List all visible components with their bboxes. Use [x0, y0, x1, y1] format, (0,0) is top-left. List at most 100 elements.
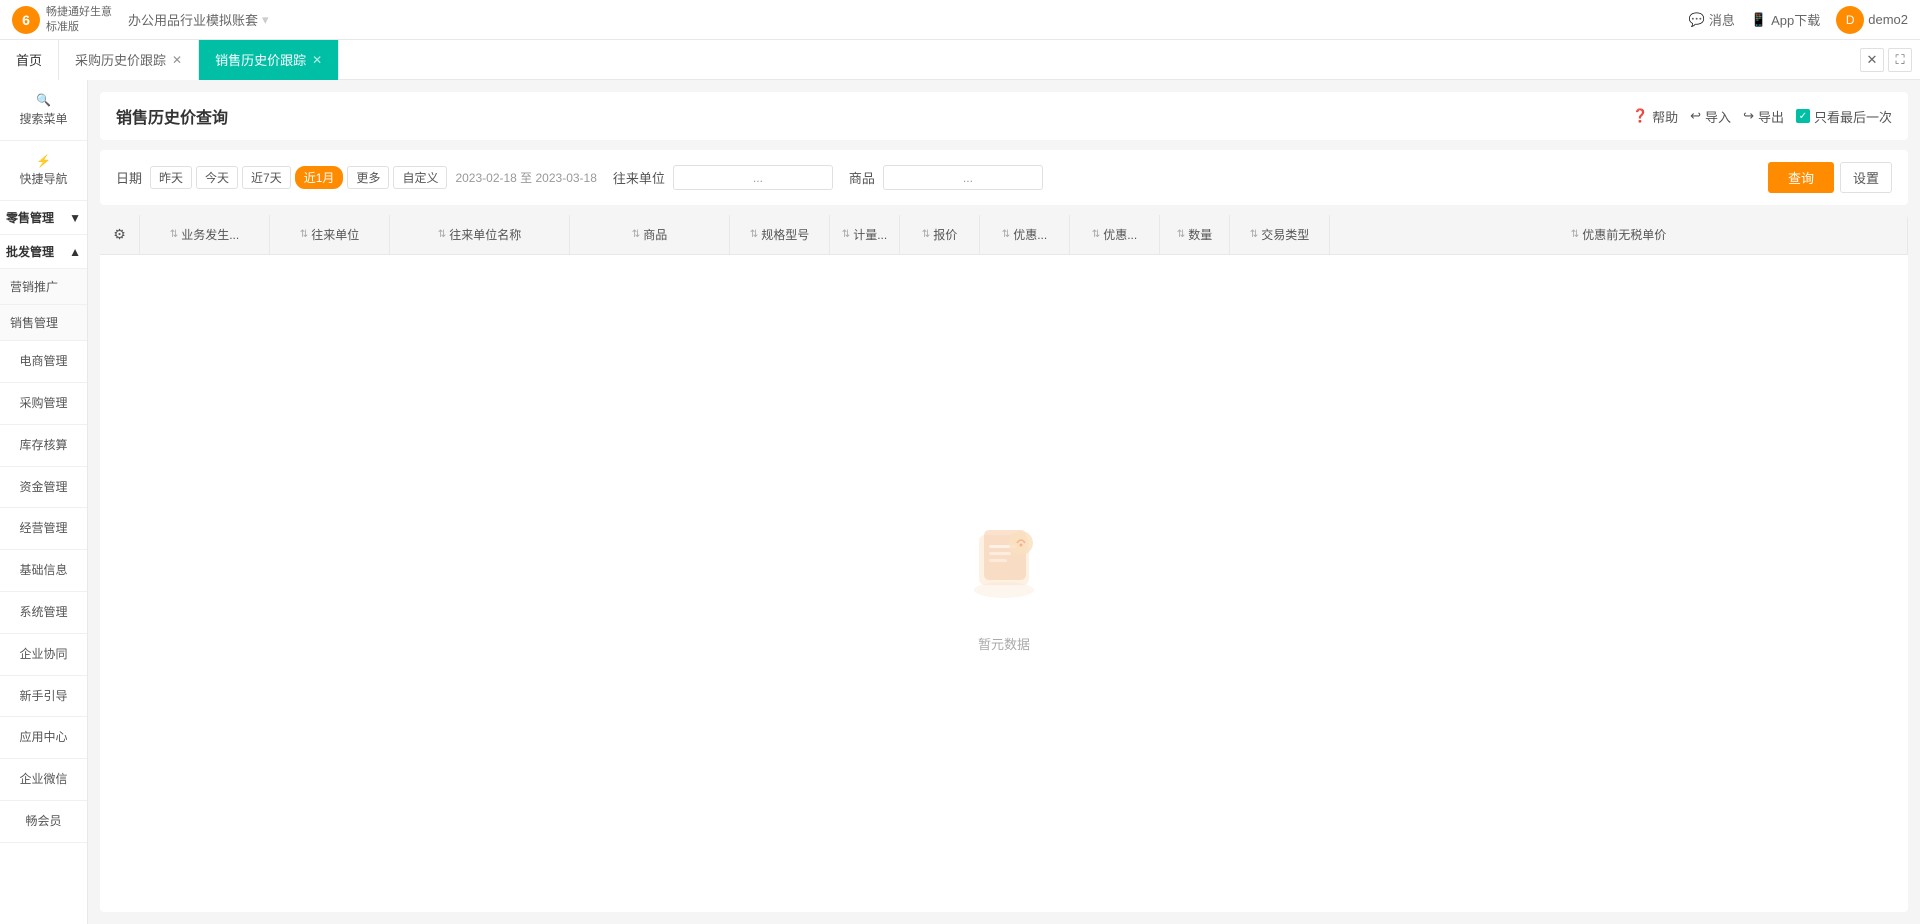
sales-tab-close-icon[interactable]: ✕ [312, 53, 322, 67]
tab-fullscreen-button[interactable]: ⛶ [1888, 48, 1912, 72]
purchase-tab-label: 采购历史价跟踪 [75, 50, 166, 69]
th-partner-name[interactable]: ⇅ 往来单位名称 [390, 215, 570, 254]
page-actions: ❓ 帮助 ↩ 导入 ↪ 导出 ✓ 只看最后一次 [1632, 107, 1892, 126]
sidebar-item-ecom-mgmt[interactable]: 电商管理 [0, 341, 87, 383]
tab-bar: 首页 采购历史价跟踪 ✕ 销售历史价跟踪 ✕ ✕ ⛶ [0, 40, 1920, 80]
logo-icon: 6 [12, 6, 40, 34]
filter-bar: 日期 昨天 今天 近7天 近1月 更多 自定义 2023-02-18 至 202… [100, 150, 1908, 205]
search-menu-icon: 🔍 [36, 92, 51, 109]
partner-filter-label: 往来单位 [613, 168, 665, 187]
table-area: ⚙ ⇅ 业务发生... ⇅ 往来单位 ⇅ 往来单位名称 ⇅ 商品 [100, 215, 1908, 912]
only-last-checkbox-group[interactable]: ✓ 只看最后一次 [1796, 107, 1892, 126]
empty-text: 暂元数据 [978, 634, 1030, 653]
th-trade-sort-icon: ⇅ [1250, 229, 1258, 240]
th-price[interactable]: ⇅ 报价 [900, 215, 980, 254]
sidebar: 🔍 搜索菜单 ⚡ 快捷导航 零售管理 ▼ 批发管理 ▲ 营销推广 销售管理 电商… [0, 80, 88, 924]
tab-controls: ✕ ⛶ [1860, 48, 1920, 72]
help-button[interactable]: ❓ 帮助 [1632, 107, 1678, 126]
product-filter-label: 商品 [849, 168, 875, 187]
sidebar-item-quick-nav[interactable]: ⚡ 快捷导航 [0, 141, 87, 202]
top-bar-left: 6 畅捷通好生意 标准版 办公用品行业模拟账套 ▾ [12, 5, 269, 34]
date-btn-today[interactable]: 今天 [196, 166, 238, 189]
sidebar-item-enterprise[interactable]: 企业协同 [0, 634, 87, 676]
th-settings[interactable]: ⚙ [100, 215, 140, 254]
sidebar-item-finance-mgmt[interactable]: 资金管理 [0, 467, 87, 509]
sidebar-item-inventory[interactable]: 库存核算 [0, 425, 87, 467]
th-spec-sort-icon: ⇅ [750, 229, 758, 240]
date-btn-yesterday[interactable]: 昨天 [150, 166, 192, 189]
sidebar-item-retail-mgmt[interactable]: 零售管理 ▼ [0, 201, 87, 235]
import-button[interactable]: ↩ 导入 [1690, 107, 1731, 126]
product-filter-input[interactable]: ... [883, 165, 1043, 190]
th-price-sort-icon: ⇅ [922, 229, 930, 240]
settings-button[interactable]: 设置 [1840, 162, 1892, 193]
sidebar-item-wholesale-mgmt[interactable]: 批发管理 ▲ [0, 235, 87, 269]
table-header: ⚙ ⇅ 业务发生... ⇅ 往来单位 ⇅ 往来单位名称 ⇅ 商品 [100, 215, 1908, 255]
sidebar-item-app-center[interactable]: 应用中心 [0, 717, 87, 759]
app-download-button[interactable]: 📱 App下载 [1751, 10, 1820, 29]
query-button[interactable]: 查询 [1768, 162, 1834, 193]
purchase-tab-close-icon[interactable]: ✕ [172, 53, 182, 67]
sidebar-item-newcomer[interactable]: 新手引导 [0, 676, 87, 718]
chevron-down-icon: ▼ [69, 211, 81, 225]
sidebar-item-enterprise-wechat[interactable]: 企业微信 [0, 759, 87, 801]
tab-purchase[interactable]: 采购历史价跟踪 ✕ [59, 40, 199, 80]
logo-text: 畅捷通好生意 标准版 [46, 5, 112, 34]
partner-input-dots: ... [753, 171, 824, 185]
breadcrumb: 办公用品行业模拟账套 ▾ [128, 10, 269, 29]
product-input-dots: ... [963, 171, 1034, 185]
th-unit[interactable]: ⇅ 计量... [830, 215, 900, 254]
import-icon: ↩ [1690, 108, 1701, 124]
page-title: 销售历史价查询 [116, 104, 228, 128]
date-filter-buttons: 昨天 今天 近7天 近1月 更多 自定义 [150, 166, 447, 189]
th-discount1-sort-icon: ⇅ [1002, 229, 1010, 240]
date-btn-custom[interactable]: 自定义 [393, 166, 447, 189]
th-notax-price[interactable]: ⇅ 优惠前无税单价 [1330, 215, 1908, 254]
th-notax-sort-icon: ⇅ [1571, 229, 1579, 240]
sidebar-item-basic-info[interactable]: 基础信息 [0, 550, 87, 592]
th-partner-code[interactable]: ⇅ 往来单位 [270, 215, 390, 254]
tab-sales[interactable]: 销售历史价跟踪 ✕ [199, 40, 339, 80]
content-area: 销售历史价查询 ❓ 帮助 ↩ 导入 ↪ 导出 ✓ 只看最后一次 [88, 80, 1920, 924]
th-unit-sort-icon: ⇅ [842, 229, 850, 240]
message-icon: 💬 [1689, 12, 1705, 28]
help-icon: ❓ [1632, 108, 1648, 124]
tab-home[interactable]: 首页 [0, 40, 59, 80]
chevron-up-icon: ▲ [69, 245, 81, 259]
date-btn-7days[interactable]: 近7天 [242, 166, 291, 189]
sidebar-item-purchase-mgmt[interactable]: 采购管理 [0, 383, 87, 425]
sidebar-item-ops-mgmt[interactable]: 经营管理 [0, 508, 87, 550]
sidebar-item-sys-mgmt[interactable]: 系统管理 [0, 592, 87, 634]
th-discount2-sort-icon: ⇅ [1092, 229, 1100, 240]
date-filter-label: 日期 [116, 168, 142, 187]
empty-state: 暂元数据 [100, 255, 1908, 912]
sidebar-item-marketing[interactable]: 营销推广 [0, 269, 87, 305]
date-btn-1month[interactable]: 近1月 [295, 166, 344, 189]
th-product[interactable]: ⇅ 商品 [570, 215, 730, 254]
th-date[interactable]: ⇅ 业务发生... [140, 215, 270, 254]
sidebar-item-search-menu[interactable]: 🔍 搜索菜单 [0, 80, 87, 141]
sidebar-item-vip-member[interactable]: 畅会员 [0, 801, 87, 843]
main-layout: 🔍 搜索菜单 ⚡ 快捷导航 零售管理 ▼ 批发管理 ▲ 营销推广 销售管理 电商… [0, 80, 1920, 924]
th-spec[interactable]: ⇅ 规格型号 [730, 215, 830, 254]
th-discount2[interactable]: ⇅ 优惠... [1070, 215, 1160, 254]
date-range-display: 2023-02-18 至 2023-03-18 [455, 169, 596, 186]
only-last-checkbox[interactable]: ✓ [1796, 109, 1810, 123]
export-button[interactable]: ↪ 导出 [1743, 107, 1784, 126]
th-qty[interactable]: ⇅ 数量 [1160, 215, 1230, 254]
sidebar-sub-group: 营销推广 销售管理 [0, 269, 87, 341]
sidebar-item-sales-mgmt[interactable]: 销售管理 [0, 305, 87, 341]
date-btn-more[interactable]: 更多 [347, 166, 389, 189]
home-tab-label: 首页 [16, 50, 42, 69]
user-menu[interactable]: D demo2 [1836, 6, 1908, 34]
gear-icon: ⚙ [113, 226, 126, 243]
empty-illustration [959, 515, 1049, 622]
avatar: D [1836, 6, 1864, 34]
phone-icon: 📱 [1751, 12, 1767, 28]
th-trade-type[interactable]: ⇅ 交易类型 [1230, 215, 1330, 254]
th-discount1[interactable]: ⇅ 优惠... [980, 215, 1070, 254]
message-button[interactable]: 💬 消息 [1689, 10, 1735, 29]
partner-filter-input[interactable]: ... [673, 165, 833, 190]
tab-close-all-button[interactable]: ✕ [1860, 48, 1884, 72]
th-partner-code-sort-icon: ⇅ [300, 229, 308, 240]
